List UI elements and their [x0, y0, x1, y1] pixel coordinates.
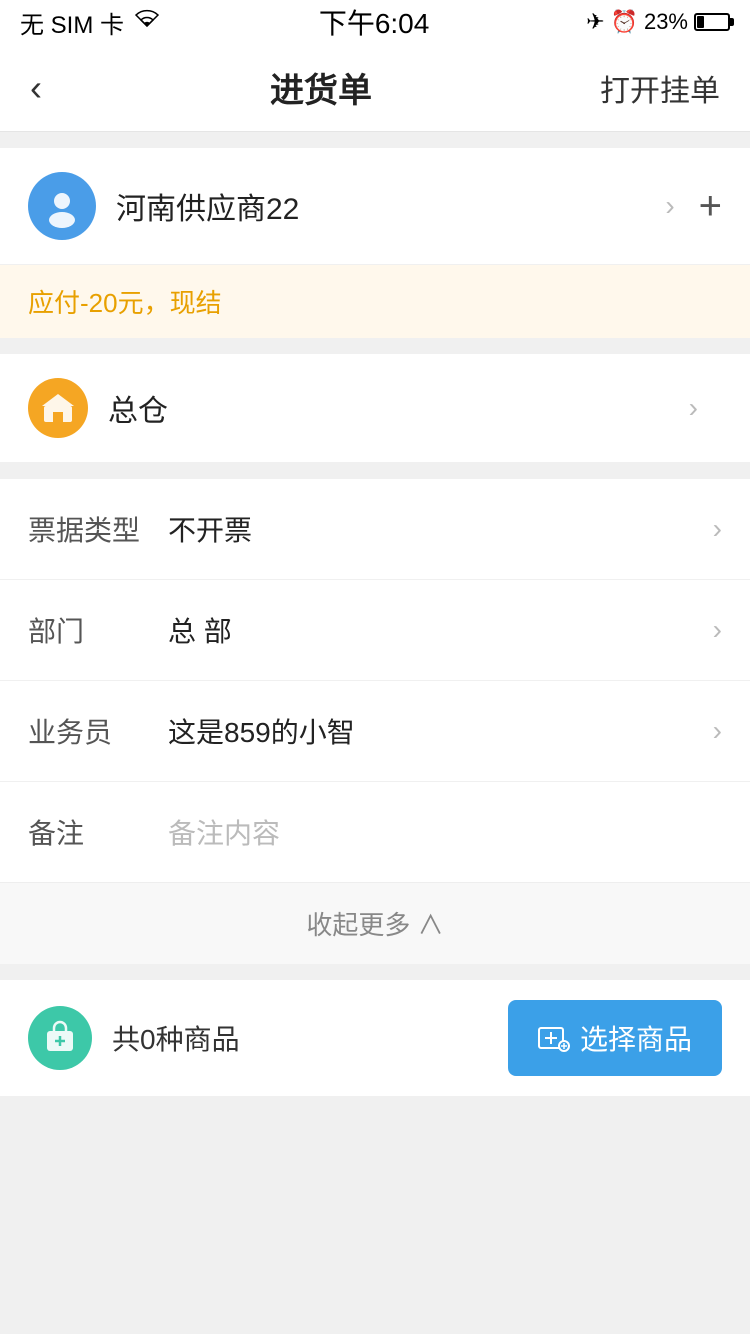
- section-gap-2: [0, 338, 750, 354]
- warehouse-chevron-icon: ›: [689, 392, 698, 424]
- alarm-icon: ⏰: [611, 9, 638, 35]
- invoice-label: 票据类型: [28, 509, 168, 549]
- supplier-notice: 应付-20元，现结: [0, 265, 750, 338]
- page-title: 进货单: [270, 63, 372, 112]
- remark-row[interactable]: 备注 备注内容: [0, 781, 750, 882]
- select-product-button[interactable]: 选择商品: [508, 1000, 722, 1076]
- battery-text: 23%: [644, 9, 688, 35]
- department-label: 部门: [28, 610, 168, 650]
- warehouse-section: 总仓 ›: [0, 354, 750, 462]
- product-count: 共0种商品: [112, 1018, 508, 1058]
- battery-icon: [694, 13, 730, 31]
- status-bar: 无 SIM 卡 下午6:04 ✈ ⏰ 23%: [0, 0, 750, 44]
- department-chevron-icon: ›: [713, 614, 722, 646]
- collapse-button[interactable]: 收起更多 ∧: [0, 882, 750, 964]
- department-value: 总 部: [168, 610, 713, 650]
- add-supplier-button[interactable]: +: [699, 186, 722, 226]
- supplier-avatar: [28, 172, 96, 240]
- select-product-label: 选择商品: [580, 1018, 692, 1058]
- nav-bar: ‹ 进货单 打开挂单: [0, 44, 750, 132]
- invoice-chevron-icon: ›: [713, 513, 722, 545]
- warehouse-name: 总仓: [108, 386, 689, 430]
- remark-input[interactable]: 备注内容: [168, 812, 722, 852]
- supplier-chevron-icon: ›: [665, 190, 674, 222]
- department-row[interactable]: 部门 总 部 ›: [0, 579, 750, 680]
- salesman-value: 这是859的小智: [168, 711, 713, 751]
- location-icon: ✈: [586, 9, 604, 35]
- status-carrier: 无 SIM 卡: [20, 5, 162, 40]
- supplier-name: 河南供应商22: [116, 184, 665, 228]
- warehouse-icon: [28, 378, 88, 438]
- product-bar: 共0种商品 选择商品: [0, 980, 750, 1096]
- status-time: 下午6:04: [319, 2, 430, 42]
- invoice-value: 不开票: [168, 509, 713, 549]
- salesman-chevron-icon: ›: [713, 715, 722, 747]
- section-gap-3: [0, 462, 750, 478]
- salesman-row[interactable]: 业务员 这是859的小智 ›: [0, 680, 750, 781]
- form-section: 票据类型 不开票 › 部门 总 部 › 业务员 这是859的小智 › 备注 备注…: [0, 478, 750, 964]
- section-gap-1: [0, 132, 750, 148]
- invoice-row[interactable]: 票据类型 不开票 ›: [0, 478, 750, 579]
- open-pending-button[interactable]: 打开挂单: [600, 66, 720, 110]
- supplier-row[interactable]: 河南供应商22 › +: [0, 148, 750, 265]
- salesman-label: 业务员: [28, 711, 168, 751]
- remark-label: 备注: [28, 812, 168, 852]
- back-button[interactable]: ‹: [30, 67, 42, 109]
- carrier-text: 无 SIM 卡: [20, 5, 124, 40]
- warehouse-row[interactable]: 总仓 ›: [0, 354, 750, 462]
- product-icon: [28, 1006, 92, 1070]
- supplier-section: 河南供应商22 › + 应付-20元，现结: [0, 148, 750, 338]
- wifi-icon: [132, 8, 162, 37]
